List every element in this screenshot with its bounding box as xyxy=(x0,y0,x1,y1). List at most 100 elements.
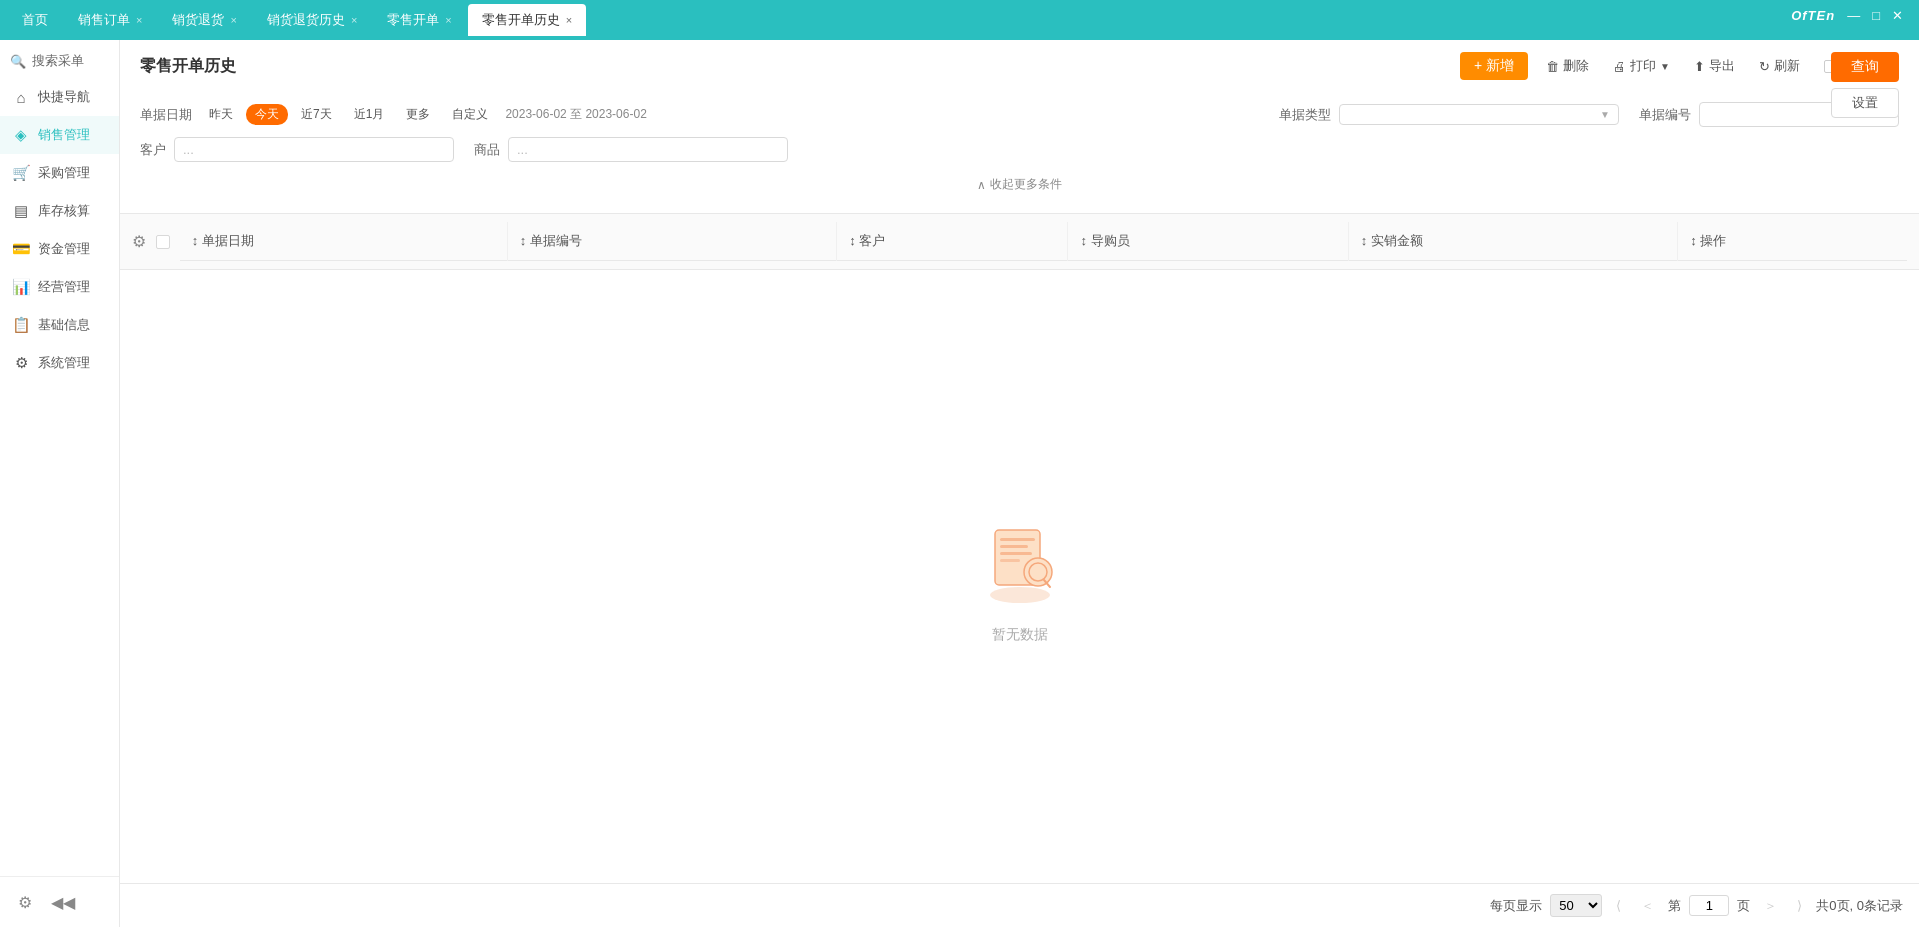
tab-sales-return-history[interactable]: 销货退货历史 × xyxy=(253,4,371,36)
total-label: 共0页, 0条记录 xyxy=(1816,897,1903,915)
print-dropdown-icon: ▼ xyxy=(1660,61,1670,72)
sidebar-item-finance[interactable]: 💳 资金管理 xyxy=(0,230,119,268)
tab-home[interactable]: 首页 xyxy=(8,4,62,36)
tab-label-retail-open: 零售开单 xyxy=(387,11,439,29)
sidebar: 🔍 搜索采单 ⌂ 快捷导航 ◈ 销售管理 🛒 采购管理 ▤ 库存核算 💳 资金管… xyxy=(0,40,120,927)
date-range: 2023-06-02 至 2023-06-02 xyxy=(505,106,646,123)
col-label-actions: ↕ 操作 xyxy=(1690,233,1726,248)
tab-bar: 首页销售订单×销货退货×销货退货历史×零售开单×零售开单历史× OfTEn — … xyxy=(0,0,1919,40)
sidebar-item-quick-nav[interactable]: ⌂ 快捷导航 xyxy=(0,78,119,116)
sidebar-item-inventory[interactable]: ▤ 库存核算 xyxy=(0,192,119,230)
sidebar-item-purchase-mgmt[interactable]: 🛒 采购管理 xyxy=(0,154,119,192)
col-label-date: ↕ 单据日期 xyxy=(192,233,254,248)
col-amount[interactable]: ↕ 实销金额 xyxy=(1348,222,1677,261)
per-page-select[interactable]: 50 100 200 xyxy=(1550,894,1602,917)
tab-close-sales-order[interactable]: × xyxy=(136,14,142,26)
product-input[interactable]: ... xyxy=(508,137,788,162)
tab-label-sales-return-history: 销货退货历史 xyxy=(267,11,345,29)
tab-label-retail-history: 零售开单历史 xyxy=(482,11,560,29)
col-number[interactable]: ↕ 单据编号 xyxy=(507,222,836,261)
sidebar-item-basic-info[interactable]: 📋 基础信息 xyxy=(0,306,119,344)
add-button[interactable]: + 新增 xyxy=(1460,52,1528,80)
sidebar-label-sales-mgmt: 销售管理 xyxy=(38,126,90,144)
order-type-select[interactable]: ▼ xyxy=(1339,104,1619,125)
tab-sales-order[interactable]: 销售订单× xyxy=(64,4,156,36)
tab-close-retail-open[interactable]: × xyxy=(445,14,451,26)
print-button[interactable]: 🖨 打印 ▼ xyxy=(1607,53,1676,79)
col-date[interactable]: ↕ 单据日期 xyxy=(180,222,508,261)
tab-close-sales-return[interactable]: × xyxy=(230,14,236,26)
date-btn-近1月[interactable]: 近1月 xyxy=(345,103,394,126)
sidebar-label-quick-nav: 快捷导航 xyxy=(38,88,90,106)
last-page-btn[interactable]: ⟩ xyxy=(1791,896,1808,915)
col-label-salesperson: ↕ 导购员 xyxy=(1080,233,1129,248)
collapse-bar[interactable]: ∧ 收起更多条件 xyxy=(140,172,1899,201)
sidebar-label-system: 系统管理 xyxy=(38,354,90,372)
collapse-label: 收起更多条件 xyxy=(990,176,1062,193)
next-page-btn[interactable]: ＞ xyxy=(1758,895,1783,917)
tab-close-retail-history[interactable]: × xyxy=(566,14,572,26)
export-button[interactable]: ⬆ 导出 xyxy=(1688,53,1741,79)
sidebar-label-inventory: 库存核算 xyxy=(38,202,90,220)
col-label-number: ↕ 单据编号 xyxy=(520,233,582,248)
refresh-button[interactable]: ↻ 刷新 xyxy=(1753,53,1806,79)
query-button[interactable]: 查询 xyxy=(1831,52,1899,82)
first-page-btn[interactable]: ⟨ xyxy=(1610,896,1627,915)
sidebar-item-sales-mgmt[interactable]: ◈ 销售管理 xyxy=(0,116,119,154)
close-btn[interactable]: ✕ xyxy=(1892,8,1903,23)
minimize-btn[interactable]: — xyxy=(1847,8,1860,23)
settings-btn[interactable]: ⚙ xyxy=(10,887,40,917)
date-btn-昨天[interactable]: 昨天 xyxy=(200,103,242,126)
sidebar-icon-operations: 📊 xyxy=(12,278,30,296)
sidebar-icon-sales-mgmt: ◈ xyxy=(12,126,30,144)
product-label: 商品 xyxy=(474,141,500,159)
tab-retail-history[interactable]: 零售开单历史 × xyxy=(468,4,586,36)
tab-sales-return[interactable]: 销货退货 × xyxy=(158,4,250,36)
delete-button[interactable]: 🗑 删除 xyxy=(1540,53,1595,79)
date-btn-今天[interactable]: 今天 xyxy=(246,104,288,125)
sidebar-item-operations[interactable]: 📊 经营管理 xyxy=(0,268,119,306)
sidebar-item-system[interactable]: ⚙ 系统管理 xyxy=(0,344,119,382)
col-label-customer: ↕ 客户 xyxy=(849,233,885,248)
order-type-filter-field: 单据类型 ▼ xyxy=(1279,104,1619,125)
date-filter-field: 单据日期 昨天今天近7天近1月更多自定义 2023-06-02 至 2023-0… xyxy=(140,103,647,126)
date-btn-更多[interactable]: 更多 xyxy=(397,103,439,126)
customer-input[interactable]: ... xyxy=(174,137,454,162)
tab-close-sales-return-history[interactable]: × xyxy=(351,14,357,26)
customer-dots: ... xyxy=(183,142,194,157)
svg-rect-5 xyxy=(1000,559,1020,562)
select-all-checkbox[interactable] xyxy=(156,235,170,249)
page-label-before: 第 xyxy=(1668,897,1681,915)
collapse-sidebar-btn[interactable]: ◀◀ xyxy=(48,887,78,917)
order-type-dropdown-icon: ▼ xyxy=(1600,109,1610,120)
maximize-btn[interactable]: □ xyxy=(1872,8,1880,23)
page-input[interactable] xyxy=(1689,895,1729,916)
col-customer[interactable]: ↕ 客户 xyxy=(837,222,1068,261)
date-btn-近7天[interactable]: 近7天 xyxy=(292,103,341,126)
table-wrapper: ⚙ ↕ 单据日期 ↕ 单据编号 ↕ 客户 ↕ 导购员 ↕ 实销金额 ↕ 操作 xyxy=(120,214,1919,927)
col-label-amount: ↕ 实销金额 xyxy=(1361,233,1423,248)
sidebar-icon-purchase-mgmt: 🛒 xyxy=(12,164,30,182)
table-container: ⚙ ↕ 单据日期 ↕ 单据编号 ↕ 客户 ↕ 导购员 ↕ 实销金额 ↕ 操作 xyxy=(120,214,1919,883)
tab-retail-open[interactable]: 零售开单 × xyxy=(373,4,465,36)
table-toolbar: ⚙ ↕ 单据日期 ↕ 单据编号 ↕ 客户 ↕ 导购员 ↕ 实销金额 ↕ 操作 xyxy=(120,214,1919,270)
filter-row-1: 单据日期 昨天今天近7天近1月更多自定义 2023-06-02 至 2023-0… xyxy=(140,102,1899,127)
sidebar-label-purchase-mgmt: 采购管理 xyxy=(38,164,90,182)
date-btns: 昨天今天近7天近1月更多自定义 xyxy=(200,103,497,126)
delete-icon: 🗑 xyxy=(1546,59,1559,74)
page-header: 零售开单历史 + 新增 🗑 删除 🖨 打印 ▼ ⬆ 导出 xyxy=(120,40,1919,214)
settings-query-button[interactable]: 设置 xyxy=(1831,88,1899,118)
col-actions[interactable]: ↕ 操作 xyxy=(1678,222,1907,261)
sidebar-icon-finance: 💳 xyxy=(12,240,30,258)
prev-page-btn[interactable]: ＜ xyxy=(1635,895,1660,917)
table-settings-icon[interactable]: ⚙ xyxy=(132,232,146,251)
pagination: 每页显示 50 100 200 ⟨ ＜ 第 页 ＞ ⟩ 共0页, 0条记录 xyxy=(120,883,1919,927)
sidebar-icon-inventory: ▤ xyxy=(12,202,30,220)
print-icon: 🖨 xyxy=(1613,59,1626,74)
customer-filter-field: 客户 ... xyxy=(140,137,454,162)
sidebar-search[interactable]: 🔍 搜索采单 xyxy=(0,40,119,78)
tab-label-sales-return: 销货退货 xyxy=(172,11,224,29)
col-salesperson[interactable]: ↕ 导购员 xyxy=(1068,222,1348,261)
date-btn-自定义[interactable]: 自定义 xyxy=(443,103,497,126)
customer-label: 客户 xyxy=(140,141,166,159)
